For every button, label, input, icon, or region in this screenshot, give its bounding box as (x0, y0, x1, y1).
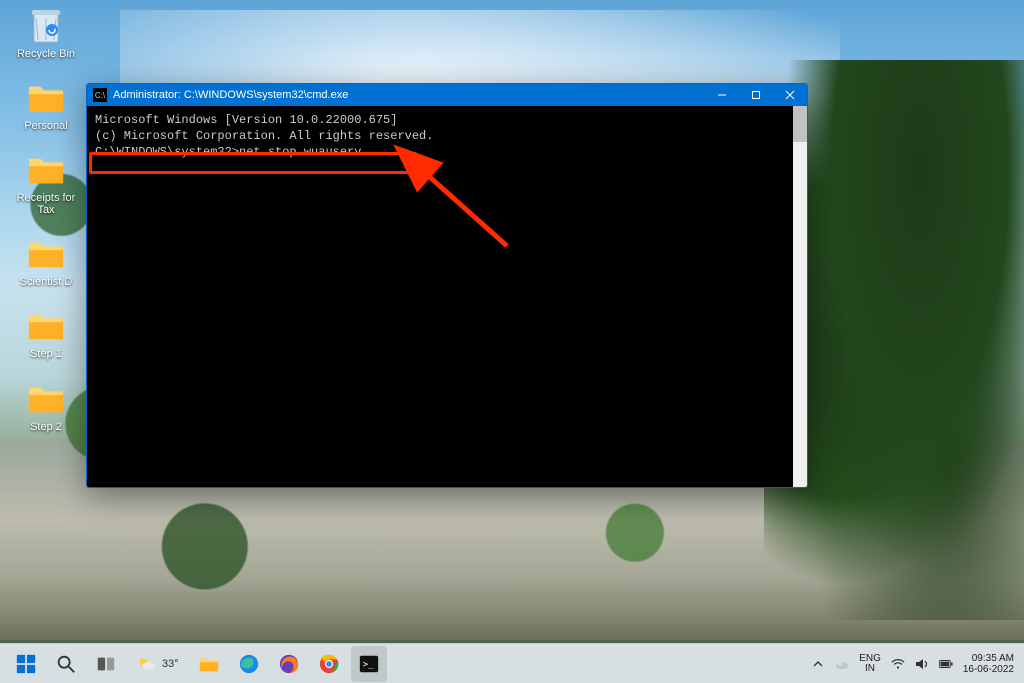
volume-icon[interactable] (915, 657, 929, 671)
cmd-icon: C:\ (93, 88, 107, 102)
cmd-cursor (362, 152, 369, 155)
language-top: ENG (859, 654, 881, 664)
desktop-icon-step1[interactable]: Step 1 (12, 306, 80, 360)
cmd-body[interactable]: Microsoft Windows [Version 10.0.22000.67… (87, 106, 807, 487)
desktop-icon-label: Step 2 (30, 421, 62, 433)
desktop-icons: Recycle Bin Personal Receipts for Tax Scien… (12, 6, 80, 433)
wifi-icon[interactable] (891, 657, 905, 671)
folder-icon (26, 78, 66, 118)
search-button[interactable] (48, 646, 84, 682)
minimize-button[interactable] (705, 84, 739, 106)
taskbar-items: 33° >_ (0, 646, 387, 682)
start-button[interactable] (8, 646, 44, 682)
desktop-icon-label: Step 1 (30, 348, 62, 360)
onedrive-icon[interactable] (835, 657, 849, 671)
close-button[interactable] (773, 84, 807, 106)
tray-chevron-icon[interactable] (811, 657, 825, 671)
cmd-title: Administrator: C:\WINDOWS\system32\cmd.e… (113, 89, 705, 101)
cmd-prompt-line: C:\WINDOWS\system32>net stop wuauserv (95, 144, 799, 160)
maximize-button[interactable] (739, 84, 773, 106)
svg-text:>_: >_ (362, 658, 374, 669)
wallpaper-sun (854, 115, 984, 245)
weather-widget[interactable]: 33° (128, 646, 187, 682)
folder-icon (26, 306, 66, 346)
clock-date: 16-06-2022 (963, 664, 1014, 675)
desktop-icon-personal[interactable]: Personal (12, 78, 80, 132)
desktop-icon-recycle-bin[interactable]: Recycle Bin (12, 6, 80, 60)
cmd-output-line: (c) Microsoft Corporation. All rights re… (95, 128, 799, 144)
weather-temp: 33° (162, 658, 179, 670)
recycle-bin-icon (26, 6, 66, 46)
file-explorer-button[interactable] (191, 646, 227, 682)
language-indicator[interactable]: ENG IN (859, 654, 881, 674)
cmd-titlebar[interactable]: C:\ Administrator: C:\WINDOWS\system32\c… (87, 84, 807, 106)
desktop-icon-label: Scientist D (20, 276, 73, 288)
clock[interactable]: 09:35 AM 16-06-2022 (963, 653, 1014, 675)
terminal-button[interactable]: >_ (351, 646, 387, 682)
firefox-button[interactable] (271, 646, 307, 682)
desktop-icon-scientist[interactable]: Scientist D (12, 234, 80, 288)
folder-icon (26, 379, 66, 419)
clock-time: 09:35 AM (963, 653, 1014, 664)
taskbar: 33° >_ ENG IN (0, 643, 1024, 683)
desktop-icon-receipts[interactable]: Receipts for Tax (12, 150, 80, 216)
cmd-window[interactable]: C:\ Administrator: C:\WINDOWS\system32\c… (86, 83, 808, 488)
chrome-button[interactable] (311, 646, 347, 682)
folder-icon (26, 150, 66, 190)
taskview-button[interactable] (88, 646, 124, 682)
cmd-scrollbar[interactable] (793, 106, 807, 487)
desktop-icon-label: Recycle Bin (17, 48, 75, 60)
battery-icon[interactable] (939, 657, 953, 671)
cmd-output-line: Microsoft Windows [Version 10.0.22000.67… (95, 112, 799, 128)
desktop-icon-label: Receipts for Tax (12, 192, 80, 216)
desktop-icon-label: Personal (24, 120, 67, 132)
folder-icon (26, 234, 66, 274)
cmd-scroll-thumb[interactable] (793, 106, 807, 142)
desktop-icon-step2[interactable]: Step 2 (12, 379, 80, 433)
edge-button[interactable] (231, 646, 267, 682)
language-bottom: IN (859, 664, 881, 674)
system-tray: ENG IN 09:35 AM 16-06-2022 (811, 653, 1024, 675)
